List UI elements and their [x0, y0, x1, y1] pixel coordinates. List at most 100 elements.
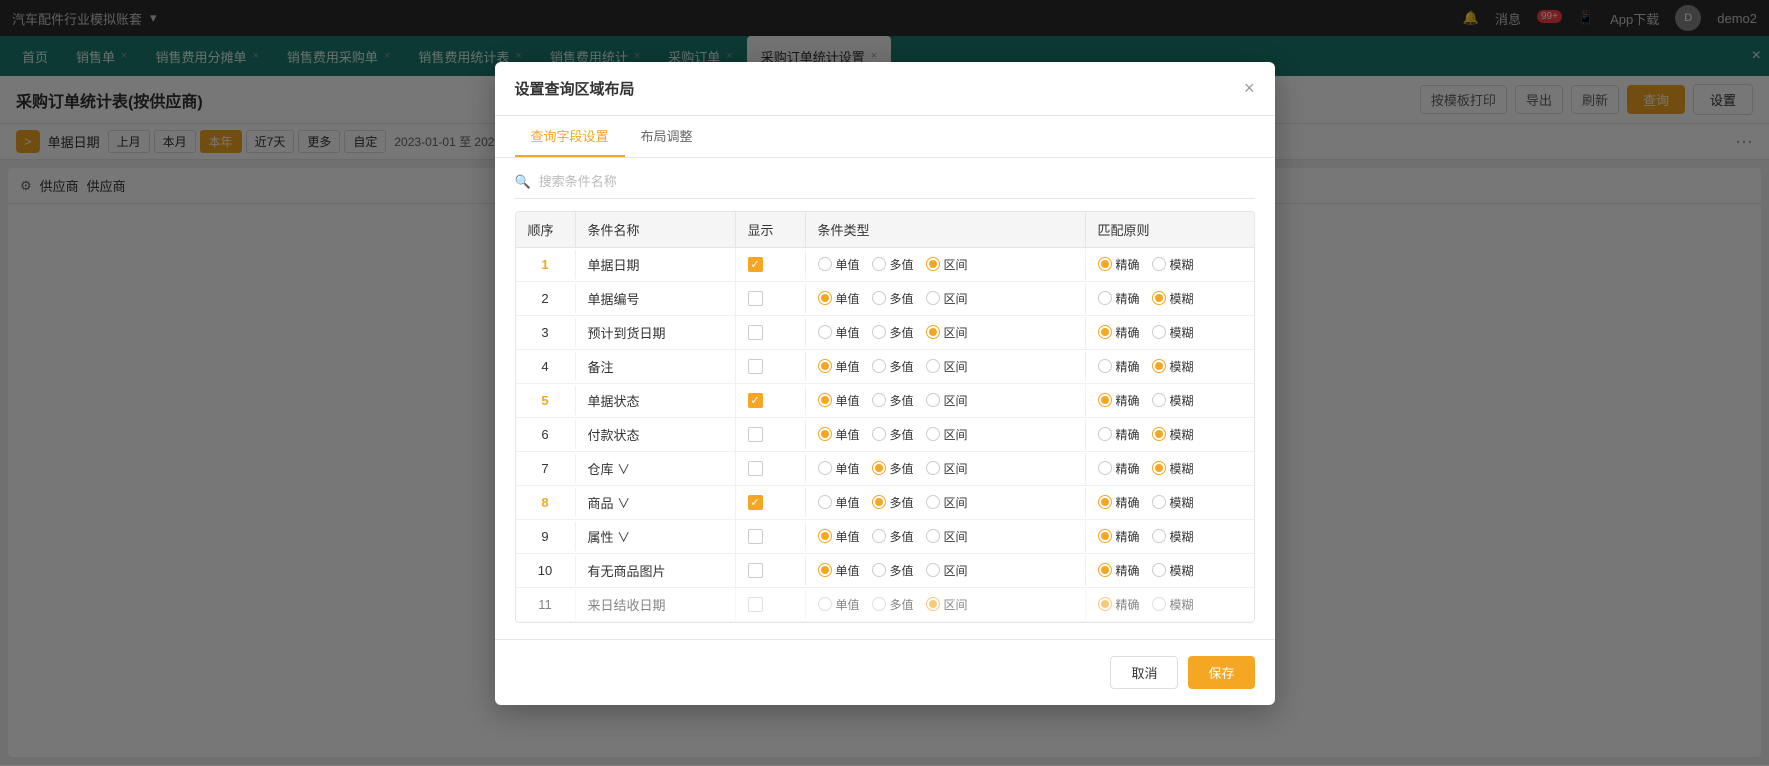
checkbox-4[interactable] [748, 359, 763, 374]
type-radio-multi-11[interactable]: 多值 [872, 596, 914, 613]
type-radio-multi-3[interactable]: 多值 [872, 324, 914, 341]
radio-icon [818, 495, 832, 509]
row-display-11[interactable] [736, 590, 806, 619]
type-radio-range-5[interactable]: 区间 [926, 392, 968, 409]
row-display-6[interactable] [736, 420, 806, 449]
match-radio-exact-9[interactable]: 精确 [1098, 528, 1140, 545]
match-radio-exact-11[interactable]: 精确 [1098, 596, 1140, 613]
checkbox-9[interactable] [748, 529, 763, 544]
type-radio-range-3[interactable]: 区间 [926, 324, 968, 341]
type-radio-range-10[interactable]: 区间 [926, 562, 968, 579]
match-radio-exact-5[interactable]: 精确 [1098, 392, 1140, 409]
type-radio-multi-2[interactable]: 多值 [872, 290, 914, 307]
row-num-6: 6 [516, 420, 576, 449]
row-display-2[interactable] [736, 284, 806, 313]
type-radio-group-11: 单值 多值 区间 [818, 596, 968, 613]
checkbox-3[interactable] [748, 325, 763, 340]
match-radio-fuzzy-6[interactable]: 模糊 [1152, 426, 1194, 443]
row-display-4[interactable] [736, 352, 806, 381]
match-radio-fuzzy-1[interactable]: 模糊 [1152, 256, 1194, 273]
type-radio-group-10: 单值 多值 区间 [818, 562, 968, 579]
type-radio-range-2[interactable]: 区间 [926, 290, 968, 307]
type-radio-range-1[interactable]: 区间 [926, 256, 968, 273]
row-display-9[interactable] [736, 522, 806, 551]
row-display-8[interactable]: ✓ [736, 488, 806, 517]
type-radio-single-10[interactable]: 单值 [818, 562, 860, 579]
save-button[interactable]: 保存 [1188, 656, 1254, 689]
cancel-button[interactable]: 取消 [1110, 656, 1178, 689]
type-radio-single-6[interactable]: 单值 [818, 426, 860, 443]
type-radio-multi-7[interactable]: 多值 [872, 460, 914, 477]
radio-icon [926, 393, 940, 407]
type-radio-range-9[interactable]: 区间 [926, 528, 968, 545]
match-radio-exact-4[interactable]: 精确 [1098, 358, 1140, 375]
match-radio-fuzzy-11[interactable]: 模糊 [1152, 596, 1194, 613]
match-radio-exact-7[interactable]: 精确 [1098, 460, 1140, 477]
dialog-close-button[interactable]: × [1244, 79, 1255, 97]
type-radio-range-4[interactable]: 区间 [926, 358, 968, 375]
dialog-tab-fields[interactable]: 查询字段设置 [515, 116, 625, 157]
match-radio-exact-8[interactable]: 精确 [1098, 494, 1140, 511]
checkbox-2[interactable] [748, 291, 763, 306]
row-display-1[interactable]: ✓ [736, 250, 806, 279]
checkbox-11[interactable] [748, 597, 763, 612]
type-radio-single-8[interactable]: 单值 [818, 494, 860, 511]
radio-icon-selected [818, 393, 832, 407]
match-radio-exact-3[interactable]: 精确 [1098, 324, 1140, 341]
radio-icon-selected [1098, 393, 1112, 407]
search-input[interactable] [539, 174, 1255, 189]
match-radio-fuzzy-5[interactable]: 模糊 [1152, 392, 1194, 409]
search-icon: 🔍 [515, 174, 531, 190]
type-radio-range-8[interactable]: 区间 [926, 494, 968, 511]
match-radio-fuzzy-2[interactable]: 模糊 [1152, 290, 1194, 307]
checkbox-5[interactable]: ✓ [748, 393, 763, 408]
type-radio-single-3[interactable]: 单值 [818, 324, 860, 341]
type-radio-range-6[interactable]: 区间 [926, 426, 968, 443]
type-radio-multi-1[interactable]: 多值 [872, 256, 914, 273]
match-radio-exact-1[interactable]: 精确 [1098, 256, 1140, 273]
match-radio-fuzzy-8[interactable]: 模糊 [1152, 494, 1194, 511]
type-radio-range-7[interactable]: 区间 [926, 460, 968, 477]
match-radio-fuzzy-3[interactable]: 模糊 [1152, 324, 1194, 341]
radio-icon [818, 325, 832, 339]
type-radio-single-4[interactable]: 单值 [818, 358, 860, 375]
row-display-5[interactable]: ✓ [736, 386, 806, 415]
radio-icon-selected [872, 495, 886, 509]
type-radio-multi-8[interactable]: 多值 [872, 494, 914, 511]
type-radio-single-1[interactable]: 单值 [818, 256, 860, 273]
type-radio-range-11[interactable]: 区间 [926, 596, 968, 613]
match-radio-fuzzy-9[interactable]: 模糊 [1152, 528, 1194, 545]
type-radio-multi-4[interactable]: 多值 [872, 358, 914, 375]
type-radio-single-2[interactable]: 单值 [818, 290, 860, 307]
checkbox-7[interactable] [748, 461, 763, 476]
row-display-10[interactable] [736, 556, 806, 585]
type-radio-multi-6[interactable]: 多值 [872, 426, 914, 443]
match-radio-exact-6[interactable]: 精确 [1098, 426, 1140, 443]
type-radio-multi-5[interactable]: 多值 [872, 392, 914, 409]
dialog-tab-layout[interactable]: 布局调整 [625, 116, 709, 157]
checkbox-6[interactable] [748, 427, 763, 442]
type-radio-multi-10[interactable]: 多值 [872, 562, 914, 579]
match-radio-fuzzy-4[interactable]: 模糊 [1152, 358, 1194, 375]
match-radio-exact-10[interactable]: 精确 [1098, 562, 1140, 579]
type-radio-single-11[interactable]: 单值 [818, 596, 860, 613]
radio-icon-selected [926, 325, 940, 339]
type-radio-single-7[interactable]: 单值 [818, 460, 860, 477]
radio-icon-selected [1098, 495, 1112, 509]
match-radio-fuzzy-10[interactable]: 模糊 [1152, 562, 1194, 579]
row-type-8: 单值 多值 区间 [806, 487, 1086, 518]
match-radio-group-11: 精确 模糊 [1098, 596, 1194, 613]
radio-icon-selected [1098, 597, 1112, 611]
type-radio-single-5[interactable]: 单值 [818, 392, 860, 409]
checkbox-10[interactable] [748, 563, 763, 578]
type-radio-single-9[interactable]: 单值 [818, 528, 860, 545]
checkbox-1[interactable]: ✓ [748, 257, 763, 272]
match-radio-exact-2[interactable]: 精确 [1098, 290, 1140, 307]
type-radio-multi-9[interactable]: 多值 [872, 528, 914, 545]
type-radio-group-6: 单值 多值 区间 [818, 426, 968, 443]
row-display-7[interactable] [736, 454, 806, 483]
row-name-5: 单据状态 [576, 384, 736, 417]
match-radio-fuzzy-7[interactable]: 模糊 [1152, 460, 1194, 477]
row-display-3[interactable] [736, 318, 806, 347]
checkbox-8[interactable]: ✓ [748, 495, 763, 510]
